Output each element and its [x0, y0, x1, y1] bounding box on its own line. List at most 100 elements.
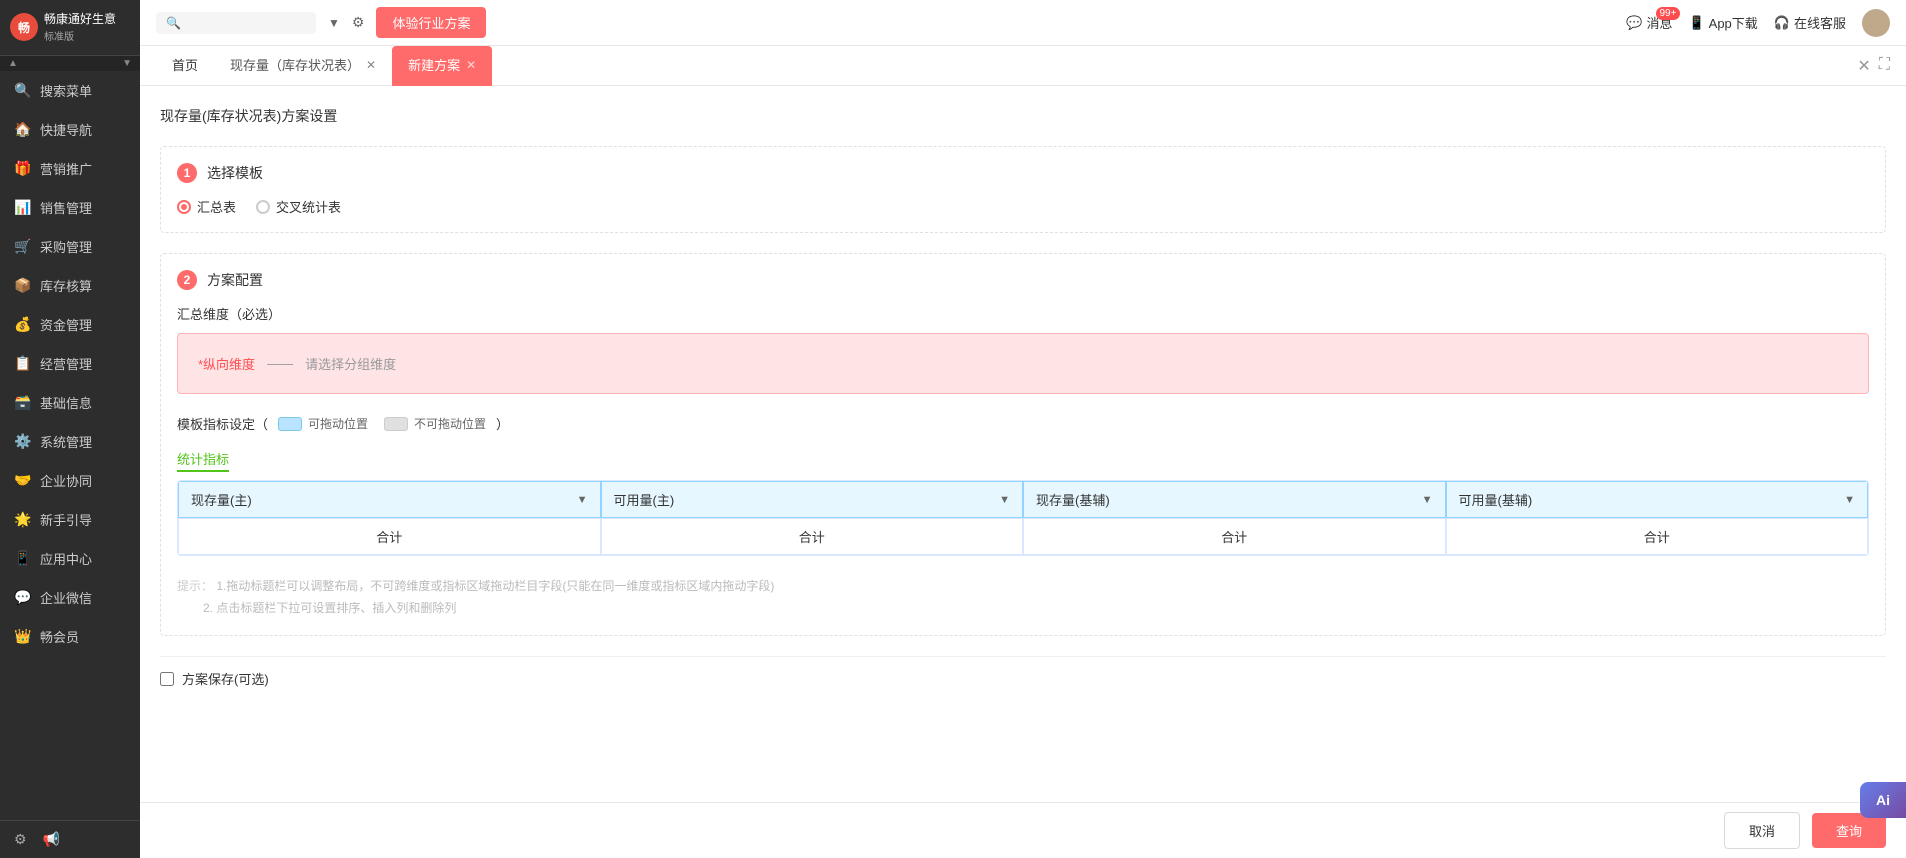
search-input[interactable] [187, 16, 306, 30]
sidebar-item-label: 快捷导航 [40, 120, 92, 139]
service-btn[interactable]: 🎧 在线客服 [1774, 13, 1846, 32]
col3-dropdown-icon[interactable]: ▼ [1422, 494, 1433, 506]
indicator-label-close: ） [496, 414, 509, 433]
sidebar-item-sales[interactable]: 📊 销售管理 [0, 188, 140, 227]
star-icon: 🌟 [14, 510, 32, 528]
stats-col-header-3[interactable]: 现存量(基辅) ▼ [1023, 481, 1446, 518]
sidebar-item-newbie[interactable]: 🌟 新手引导 [0, 500, 140, 539]
speaker-icon[interactable]: 📢 [43, 831, 60, 848]
col3-header-label: 现存量(基辅) [1036, 490, 1110, 509]
col1-dropdown-icon[interactable]: ▼ [577, 494, 588, 506]
trial-btn[interactable]: 体验行业方案 [376, 7, 486, 38]
tab-new-scheme-label: 新建方案 [408, 55, 460, 74]
sidebar-nav: 🔍 搜索菜单 🏠 快捷导航 🎁 营销推广 📊 销售管理 🛒 采购管理 📦 库存核… [0, 71, 140, 820]
sidebar-logo: 畅 畅康通好生意 标准版 [0, 0, 140, 56]
radio-cross[interactable]: 交叉统计表 [256, 197, 341, 216]
sidebar-item-app-center[interactable]: 📱 应用中心 [0, 539, 140, 578]
ai-button[interactable]: Ai [1860, 782, 1906, 818]
cancel-button[interactable]: 取消 [1724, 812, 1800, 849]
stats-col-header-4[interactable]: 可用量(基辅) ▼ [1446, 481, 1869, 518]
sidebar-item-purchase[interactable]: 🛒 采购管理 [0, 227, 140, 266]
section-template: 1 选择模板 汇总表 交叉统计表 [160, 146, 1886, 233]
col2-dropdown-icon[interactable]: ▼ [999, 494, 1010, 506]
message-icon: 💬 [1626, 15, 1642, 31]
message-badge: 99+ [1656, 7, 1681, 20]
stats-col-header-1[interactable]: 现存量(主) ▼ [178, 481, 601, 518]
home-icon: 🏠 [14, 120, 32, 138]
section2-title: 方案配置 [207, 270, 263, 290]
user-avatar[interactable] [1862, 9, 1890, 37]
dropdown-icon[interactable]: ▼ [328, 16, 340, 30]
app-name: 畅康通好生意 [44, 12, 116, 28]
tab-right-actions: ✕ ⛶ [1857, 56, 1890, 76]
sidebar-item-system[interactable]: ⚙️ 系统管理 [0, 422, 140, 461]
stats-label: 统计指标 [177, 449, 229, 472]
sidebar-item-operations[interactable]: 📋 经营管理 [0, 344, 140, 383]
legend-draggable: 可拖动位置 [278, 415, 368, 432]
settings-icon[interactable]: ⚙ [14, 831, 27, 848]
stats-section: 统计指标 现存量(主) ▼ 可用量(主) ▼ [177, 449, 1869, 556]
tab-new-scheme-close-icon[interactable]: ✕ [466, 58, 476, 72]
dimension-arrow: —— [267, 356, 293, 371]
col4-dropdown-icon[interactable]: ▼ [1844, 494, 1855, 506]
tab-expand-icon[interactable]: ⛶ [1879, 56, 1890, 76]
sidebar-item-contract[interactable]: 🤝 企业协同 [0, 461, 140, 500]
logo-icon: 畅 [10, 13, 38, 41]
save-checkbox[interactable] [160, 672, 174, 686]
message-btn[interactable]: 💬 消息 99+ [1626, 13, 1672, 32]
stats-col-cell-4: 合计 [1446, 518, 1869, 555]
stats-col-cell-2: 合计 [601, 518, 1024, 555]
section1-title: 选择模板 [207, 163, 263, 183]
sidebar-item-basic-info[interactable]: 🗃️ 基础信息 [0, 383, 140, 422]
tab-home[interactable]: 首页 [156, 46, 214, 86]
app-version: 标准版 [44, 28, 116, 43]
section1-num: 1 [177, 163, 197, 183]
content: 现存量(库存状况表)方案设置 1 选择模板 汇总表 交叉统计表 [140, 86, 1906, 802]
gear-icon: ⚙️ [14, 432, 32, 450]
topbar-search[interactable]: 🔍 [156, 12, 316, 34]
sidebar-item-member[interactable]: 👑 畅会员 [0, 617, 140, 656]
sidebar-item-search[interactable]: 🔍 搜索菜单 [0, 71, 140, 110]
indicator-settings: 模板指标设定（ 可拖动位置 不可拖动位置 ） [177, 414, 1869, 556]
sidebar-item-finance[interactable]: 💰 资金管理 [0, 305, 140, 344]
stats-col-header-2[interactable]: 可用量(主) ▼ [601, 481, 1024, 518]
tips-title: 提示： [177, 579, 213, 593]
dimension-placeholder: 请选择分组维度 [305, 354, 396, 373]
section1-header: 1 选择模板 [177, 163, 1869, 183]
sidebar-item-label: 应用中心 [40, 549, 92, 568]
sidebar-item-quick-nav[interactable]: 🏠 快捷导航 [0, 110, 140, 149]
sidebar-item-inventory[interactable]: 📦 库存核算 [0, 266, 140, 305]
content-inner: 现存量(库存状况表)方案设置 1 选择模板 汇总表 交叉统计表 [140, 86, 1906, 802]
tab-close-icon[interactable]: ✕ [1857, 56, 1870, 76]
section-config: 2 方案配置 汇总维度（必选） *纵向维度 —— 请选择分组维度 模板指标设定（ [160, 253, 1886, 636]
money-icon: 💰 [14, 315, 32, 333]
sidebar-scroll-top: ▲ ▼ [0, 56, 140, 71]
col1-header-label: 现存量(主) [191, 490, 252, 509]
topbar-right: 💬 消息 99+ 📱 App下载 🎧 在线客服 [1626, 9, 1890, 37]
indicator-label: 模板指标设定（ 可拖动位置 不可拖动位置 ） [177, 414, 1869, 433]
sidebar-item-label: 资金管理 [40, 315, 92, 334]
scroll-down-icon[interactable]: ▼ [122, 58, 132, 69]
tab-inventory-status[interactable]: 现存量（库存状况表） ✕ [214, 46, 392, 86]
radio-summary[interactable]: 汇总表 [177, 197, 236, 216]
gift-icon: 🎁 [14, 159, 32, 177]
radio-cross-circle [256, 200, 270, 214]
sidebar-item-wechat[interactable]: 💬 企业微信 [0, 578, 140, 617]
indicator-legend: 可拖动位置 不可拖动位置 [278, 415, 486, 432]
database-icon: 🗃️ [14, 393, 32, 411]
topbar: 🔍 ▼ ⚙ 体验行业方案 💬 消息 99+ 📱 App下载 🎧 在线客服 [140, 0, 1906, 46]
app-download-btn[interactable]: 📱 App下载 [1688, 13, 1757, 32]
sidebar-item-marketing[interactable]: 🎁 营销推广 [0, 149, 140, 188]
headset-icon: 🎧 [1774, 15, 1790, 31]
sidebar-item-label: 经营管理 [40, 354, 92, 373]
service-label: 在线客服 [1794, 13, 1846, 32]
section2-num: 2 [177, 270, 197, 290]
query-button[interactable]: 查询 [1812, 813, 1886, 848]
scroll-up-icon[interactable]: ▲ [8, 58, 18, 69]
topbar-gear-icon[interactable]: ⚙ [352, 14, 365, 31]
tab-inventory-close-icon[interactable]: ✕ [366, 58, 376, 72]
chat-icon: 💬 [14, 588, 32, 606]
tab-new-scheme[interactable]: 新建方案 ✕ [392, 46, 492, 86]
sidebar-item-label: 企业微信 [40, 588, 92, 607]
footer-bar: 取消 查询 [140, 802, 1906, 858]
